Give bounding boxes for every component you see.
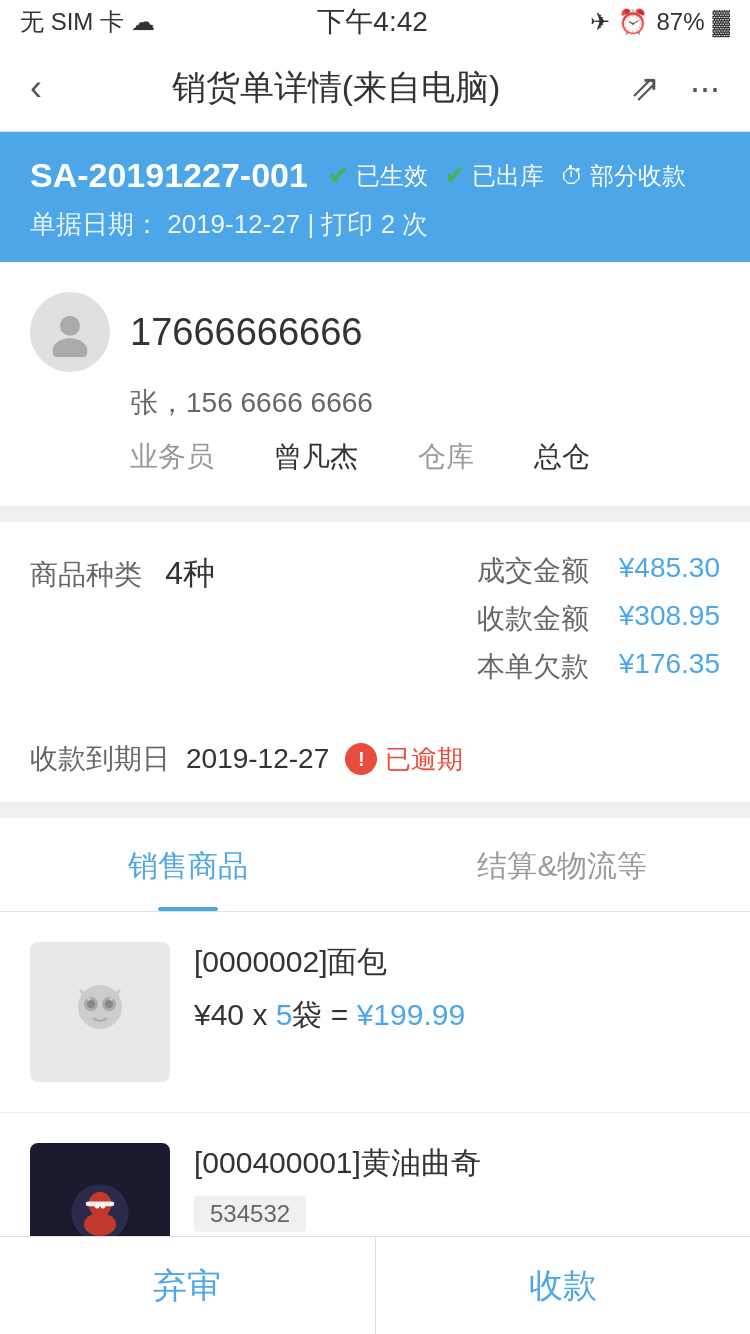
product-name-2: [000400001]黄油曲奇 (194, 1143, 720, 1184)
equals-1: = (331, 998, 357, 1031)
unit-1: 袋 (292, 998, 322, 1031)
product-thumbnail-1 (30, 942, 170, 1082)
customer-id: 17666666666 (130, 311, 362, 354)
status-shipped-label: 已出库 (472, 160, 544, 192)
cancel-button[interactable]: 弃审 (0, 1237, 376, 1334)
due-label: 收款到期日 (30, 740, 170, 778)
header-date-info: 单据日期： 2019-12-27 | 打印 2 次 (30, 207, 720, 242)
nav-right-icons: ⇗ ··· (630, 67, 720, 109)
product-info-1: [0000002]面包 ¥40 x 5袋 = ¥199.99 (194, 942, 720, 1036)
types-label: 商品种类 (30, 559, 142, 590)
warehouse-name: 总仓 (534, 438, 590, 476)
svg-point-0 (60, 316, 80, 336)
debt-row: 本单欠款 ¥176.35 (477, 648, 720, 686)
received-row: 收款金额 ¥308.95 (477, 600, 720, 638)
nav-bar: ‹ 销货单详情(来自电脑) ⇗ ··· (0, 44, 750, 132)
sales-label: 业务员 (130, 438, 214, 476)
tab-sales-label: 销售商品 (128, 849, 248, 882)
received-label: 收款金额 (477, 600, 589, 638)
types-value: 4种 (165, 555, 215, 591)
financial-stats: 成交金额 ¥485.30 收款金额 ¥308.95 本单欠款 ¥176.35 (477, 552, 720, 686)
product-code-2: [000400001] (194, 1146, 361, 1179)
batch-number: 534532 (194, 1196, 306, 1232)
page-title: 销货单详情(来自电脑) (172, 65, 501, 111)
price-base-1: ¥40 (194, 998, 244, 1031)
status-tag-active: ✔ 已生效 (328, 160, 428, 192)
status-bar-time: 下午4:42 (317, 3, 428, 41)
sales-name: 曾凡杰 (274, 438, 358, 476)
overdue-icon: ! (345, 743, 377, 775)
svg-point-2 (78, 985, 122, 1029)
svg-point-1 (53, 338, 88, 357)
customer-sub: 张，156 6666 6666 (130, 384, 720, 422)
customer-section: 17666666666 张，156 6666 6666 业务员 曾凡杰 仓库 总… (0, 262, 750, 506)
header-banner: SA-20191227-001 ✔ 已生效 ✔ 已出库 ⏱ 部分收款 单据日期：… (0, 132, 750, 262)
status-bar: 无 SIM 卡 ☁ 下午4:42 ✈ ⏰ 87% ▓ (0, 0, 750, 44)
no-sim-text: 无 SIM 卡 ☁ (20, 6, 155, 38)
overdue-text: 已逾期 (385, 742, 463, 777)
product-types: 商品种类 4种 (30, 552, 215, 596)
export-button[interactable]: ⇗ (630, 67, 660, 109)
battery-icon: ▓ (713, 8, 731, 36)
status-tags: ✔ 已生效 ✔ 已出库 ⏱ 部分收款 (328, 160, 686, 192)
svg-point-12 (95, 1204, 100, 1209)
customer-meta: 业务员 曾凡杰 仓库 总仓 (130, 438, 720, 476)
print-info: | 打印 2 次 (307, 209, 428, 239)
list-item: [0000002]面包 ¥40 x 5袋 = ¥199.99 (0, 912, 750, 1113)
bottom-bar: 弃审 收款 (0, 1236, 750, 1334)
tab-sales-products[interactable]: 销售商品 (0, 818, 375, 911)
status-tag-shipped: ✔ 已出库 (444, 160, 544, 192)
battery-text: 87% (656, 8, 704, 36)
date-label: 单据日期： (30, 209, 160, 239)
product-title-2: 黄油曲奇 (361, 1146, 481, 1179)
order-id: SA-20191227-001 (30, 156, 308, 195)
amount-label: 成交金额 (477, 552, 589, 590)
back-button[interactable]: ‹ (30, 67, 42, 109)
svg-point-5 (87, 1000, 95, 1008)
location-icon: ✈ (590, 8, 610, 36)
divider-1 (0, 506, 750, 522)
debt-value: ¥176.35 (619, 648, 720, 686)
product-title-1: 面包 (327, 945, 387, 978)
status-bar-right: ✈ ⏰ 87% ▓ (590, 8, 730, 36)
avatar (30, 292, 110, 372)
product-price-1: ¥40 x 5袋 = ¥199.99 (194, 995, 720, 1036)
status-partial-label: 部分收款 (590, 160, 686, 192)
check-icon-2: ✔ (444, 160, 466, 191)
stats-section: 商品种类 4种 成交金额 ¥485.30 收款金额 ¥308.95 本单欠款 ¥… (0, 522, 750, 716)
tab-settlement[interactable]: 结算&物流等 (375, 818, 750, 911)
alarm-icon: ⏰ (618, 8, 648, 36)
status-active-label: 已生效 (356, 160, 428, 192)
due-date: 2019-12-27 (186, 743, 329, 775)
check-icon-1: ✔ (328, 160, 350, 191)
warehouse-label: 仓库 (418, 438, 474, 476)
amount-value: ¥485.30 (619, 552, 720, 590)
tabs-divider (0, 802, 750, 818)
price-x-1: x (252, 998, 275, 1031)
status-bar-left: 无 SIM 卡 ☁ (20, 6, 155, 38)
product-code-1: [0000002] (194, 945, 327, 978)
clock-icon: ⏱ (560, 162, 584, 190)
overdue-badge: ! 已逾期 (345, 742, 463, 777)
product-name-1: [0000002]面包 (194, 942, 720, 983)
order-date: 2019-12-27 (167, 209, 300, 239)
tab-settlement-label: 结算&物流等 (477, 849, 647, 882)
svg-point-10 (84, 1213, 116, 1236)
svg-point-13 (101, 1204, 106, 1209)
more-button[interactable]: ··· (690, 67, 720, 109)
status-tag-partial: ⏱ 部分收款 (560, 160, 686, 192)
total-1: ¥199.99 (357, 998, 465, 1031)
qty-1: 5 (276, 998, 293, 1031)
debt-label: 本单欠款 (477, 648, 589, 686)
tabs-bar: 销售商品 结算&物流等 (0, 818, 750, 912)
due-section: 收款到期日 2019-12-27 ! 已逾期 (0, 716, 750, 802)
svg-point-6 (105, 1000, 113, 1008)
svg-rect-11 (86, 1202, 115, 1207)
amount-row: 成交金额 ¥485.30 (477, 552, 720, 590)
confirm-button[interactable]: 收款 (376, 1237, 751, 1334)
received-value: ¥308.95 (619, 600, 720, 638)
